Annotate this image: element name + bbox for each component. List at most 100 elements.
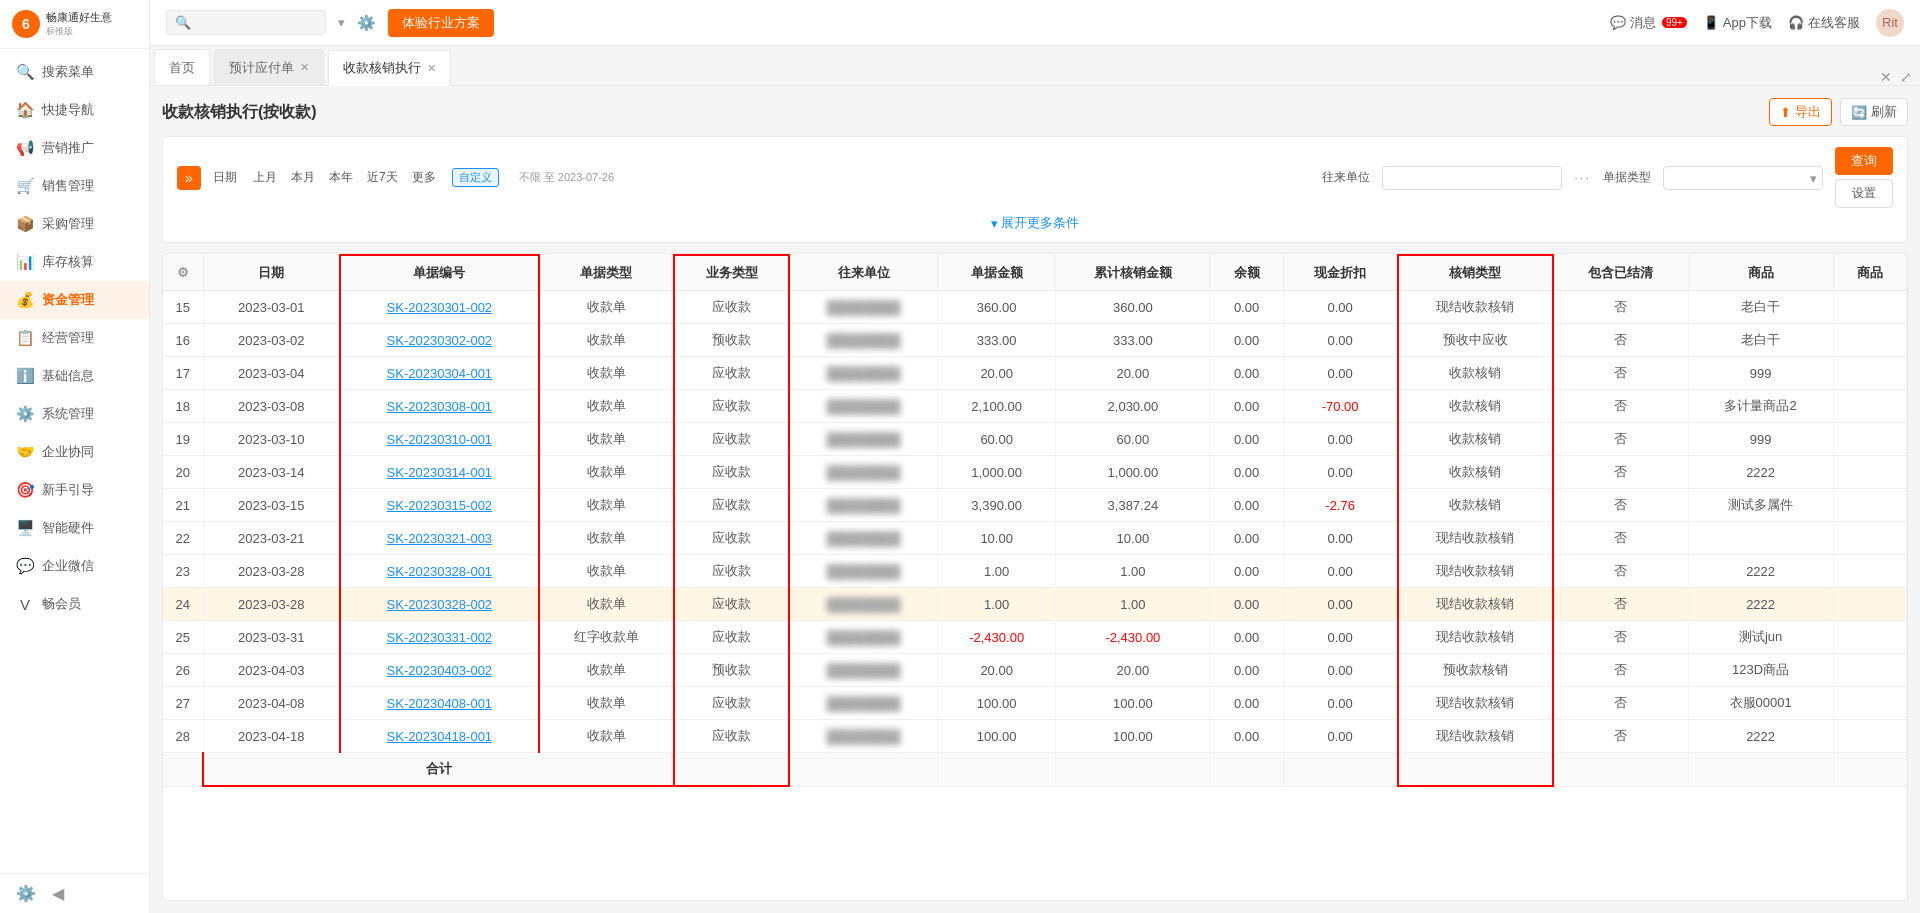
bill-no-link[interactable]: SK-20230304-001	[387, 366, 493, 381]
row-include-settled: 否	[1553, 720, 1688, 753]
sidebar-item-purchase[interactable]: 📦采购管理	[0, 205, 149, 243]
sidebar-item-inventory[interactable]: 📊库存核算	[0, 243, 149, 281]
app-download-item[interactable]: 📱 App下载	[1703, 14, 1772, 32]
query-button[interactable]: 查询	[1835, 147, 1893, 175]
sidebar-item-marketing[interactable]: 📢营销推广	[0, 129, 149, 167]
bill-type-select[interactable]	[1663, 166, 1823, 190]
sidebar-item-system[interactable]: ⚙️系统管理	[0, 395, 149, 433]
bill-no-link[interactable]: SK-20230314-001	[387, 465, 493, 480]
col-gear[interactable]: ⚙	[163, 255, 203, 291]
row-cancel-type: 现结收款核销	[1398, 291, 1554, 324]
row-bill-no: SK-20230301-002	[340, 291, 539, 324]
footer-bill-amount	[938, 753, 1056, 787]
sidebar-item-member[interactable]: V畅会员	[0, 585, 149, 623]
date-btn-本月[interactable]: 本月	[287, 167, 319, 188]
row-counterparty: ████████	[789, 720, 937, 753]
settings-footer-icon[interactable]: ⚙️	[16, 884, 36, 903]
sidebar-item-hardware[interactable]: 🖥️智能硬件	[0, 509, 149, 547]
table-foot: 合计	[163, 753, 1907, 787]
row-cash-discount: 0.00	[1283, 654, 1397, 687]
bill-no-link[interactable]: SK-20230301-002	[387, 300, 493, 315]
date-btn-上月[interactable]: 上月	[249, 167, 281, 188]
bill-no-link[interactable]: SK-20230321-003	[387, 531, 493, 546]
footer-include-settled	[1553, 753, 1688, 787]
sidebar-item-sales[interactable]: 🛒销售管理	[0, 167, 149, 205]
col-bill-amount-header: 单据金额	[938, 255, 1056, 291]
date-btn-更多[interactable]: 更多	[408, 167, 440, 188]
row-date: 2023-03-28	[203, 555, 340, 588]
tab-home[interactable]: 首页	[154, 49, 210, 85]
expand-btn[interactable]: ▾ 展开更多条件	[991, 214, 1079, 232]
date-btn-近7天[interactable]: 近7天	[363, 167, 402, 188]
page-title: 收款核销执行(按收款)	[162, 102, 317, 123]
gear-icon[interactable]: ⚙	[177, 265, 189, 280]
row-bill-no: SK-20230314-001	[340, 456, 539, 489]
solution-button[interactable]: 体验行业方案	[388, 9, 494, 37]
row-balance: 0.00	[1210, 423, 1283, 456]
user-avatar[interactable]: Rit	[1876, 9, 1904, 37]
row-goods2	[1833, 324, 1906, 357]
topbar-gear-icon[interactable]: ⚙️	[357, 14, 376, 32]
bill-no-link[interactable]: SK-20230328-001	[387, 564, 493, 579]
bill-no-link[interactable]: SK-20230408-001	[387, 696, 493, 711]
row-cancel-type: 现结收款核销	[1398, 687, 1554, 720]
row-date: 2023-03-04	[203, 357, 340, 390]
sidebar-item-operation[interactable]: 📋经营管理	[0, 319, 149, 357]
topbar-chevron-icon[interactable]: ▾	[338, 15, 345, 30]
sidebar-item-wechat[interactable]: 💬企业微信	[0, 547, 149, 585]
bill-no-link[interactable]: SK-20230302-002	[387, 333, 493, 348]
filter-toggle-btn[interactable]: »	[177, 166, 201, 190]
bill-no-link[interactable]: SK-20230315-002	[387, 498, 493, 513]
table-row: 17 2023-03-04 SK-20230304-001 收款单 应收款 ██…	[163, 357, 1907, 390]
tab-close-prepay[interactable]: ✕	[300, 61, 309, 74]
bill-no-link[interactable]: SK-20230331-002	[387, 630, 493, 645]
bill-no-link[interactable]: SK-20230310-001	[387, 432, 493, 447]
setting-button[interactable]: 设置	[1835, 179, 1893, 208]
row-goods2	[1833, 423, 1906, 456]
row-counterparty: ████████	[789, 555, 937, 588]
row-date: 2023-04-18	[203, 720, 340, 753]
row-bill-amount: 333.00	[938, 324, 1056, 357]
date-btn-本年[interactable]: 本年	[325, 167, 357, 188]
bill-no-link[interactable]: SK-20230403-002	[387, 663, 493, 678]
row-goods: 123D商品	[1688, 654, 1833, 687]
message-item[interactable]: 💬 消息 99+	[1610, 14, 1687, 32]
row-cash-discount: 0.00	[1283, 357, 1397, 390]
row-no: 23	[163, 555, 203, 588]
online-service-item[interactable]: 🎧 在线客服	[1788, 14, 1860, 32]
row-biz-type: 应收款	[674, 720, 789, 753]
search-icon: 🔍	[175, 15, 191, 30]
bill-type-label: 单据类型	[1603, 169, 1651, 186]
sidebar-item-finance[interactable]: 💰资金管理	[0, 281, 149, 319]
bill-no-link[interactable]: SK-20230308-001	[387, 399, 493, 414]
row-cash-discount: 0.00	[1283, 588, 1397, 621]
sidebar-item-guide[interactable]: 🎯新手引导	[0, 471, 149, 509]
refresh-button[interactable]: 🔄 刷新	[1840, 98, 1908, 126]
tab-close-collect-cancel[interactable]: ✕	[427, 62, 436, 75]
export-button[interactable]: ⬆ 导出	[1769, 98, 1832, 126]
sidebar-item-search[interactable]: 🔍搜索菜单	[0, 53, 149, 91]
sidebar-item-cooperation[interactable]: 🤝企业协同	[0, 433, 149, 471]
bill-no-link[interactable]: SK-20230328-002	[387, 597, 493, 612]
row-bill-no: SK-20230331-002	[340, 621, 539, 654]
topbar-search[interactable]: 🔍	[166, 10, 326, 35]
collapse-icon[interactable]: ◀	[52, 884, 64, 903]
row-cancel-type: 预收款核销	[1398, 654, 1554, 687]
sidebar-item-quick-nav[interactable]: 🏠快捷导航	[0, 91, 149, 129]
tabs-close-all-icon[interactable]: ✕	[1880, 69, 1892, 85]
table-row: 16 2023-03-02 SK-20230302-002 收款单 预收款 ██…	[163, 324, 1907, 357]
bill-no-link[interactable]: SK-20230418-001	[387, 729, 493, 744]
row-balance: 0.00	[1210, 687, 1283, 720]
tab-prepay[interactable]: 预计应付单✕	[214, 49, 324, 85]
sidebar-item-basic[interactable]: ℹ️基础信息	[0, 357, 149, 395]
tab-collect-cancel[interactable]: 收款核销执行✕	[328, 50, 451, 86]
row-no: 25	[163, 621, 203, 654]
row-bill-amount: 2,100.00	[938, 390, 1056, 423]
tabs-expand-icon[interactable]: ⤢	[1900, 69, 1912, 85]
row-include-settled: 否	[1553, 357, 1688, 390]
row-cum-cancel: 1.00	[1056, 588, 1210, 621]
row-bill-no: SK-20230304-001	[340, 357, 539, 390]
custom-date-btn[interactable]: 自定义	[452, 168, 499, 187]
row-include-settled: 否	[1553, 291, 1688, 324]
counterparty-input[interactable]	[1382, 166, 1562, 190]
